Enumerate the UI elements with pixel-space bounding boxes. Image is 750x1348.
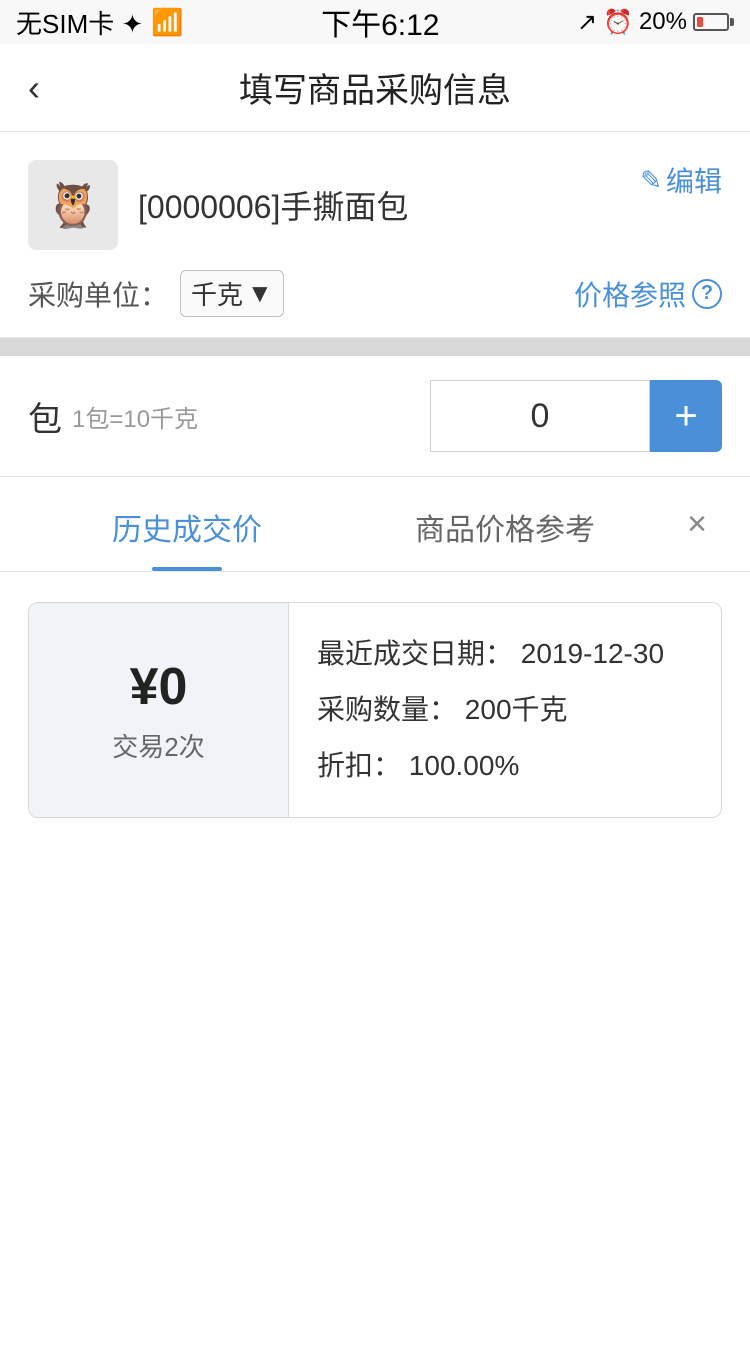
- purchase-qty-value: 200千克: [465, 694, 568, 725]
- price-card: ¥0 交易2次 最近成交日期： 2019-12-30 采购数量： 200千克 折…: [28, 602, 722, 818]
- back-button[interactable]: ‹: [28, 67, 40, 109]
- page-title: 填写商品采购信息: [239, 63, 511, 112]
- recent-date-value: 2019-12-30: [521, 638, 664, 669]
- product-name: [0000006]手撕面包: [138, 182, 408, 228]
- tab-active-indicator: [152, 567, 222, 571]
- price-trades: 交易2次: [112, 727, 204, 764]
- discount-row: 折扣： 100.00%: [317, 745, 693, 787]
- quantity-input[interactable]: [430, 380, 650, 452]
- dropdown-arrow-icon: ▼: [247, 278, 273, 309]
- price-amount: ¥0: [130, 657, 188, 717]
- product-info: 🦉 [0000006]手撕面包: [28, 160, 640, 250]
- quantity-input-group: +: [430, 380, 722, 452]
- purchase-qty-label: 采购数量：: [317, 694, 457, 725]
- unit-value: 千克: [191, 275, 243, 312]
- quantity-row: 包 1包=10千克 +: [0, 356, 750, 477]
- footer-space: [0, 848, 750, 1348]
- purchase-qty-row: 采购数量： 200千克: [317, 689, 693, 731]
- price-ref-button[interactable]: 价格参照 ?: [574, 274, 722, 314]
- qty-plus-button[interactable]: +: [650, 380, 722, 452]
- edit-button[interactable]: ✎ 编辑: [640, 160, 722, 200]
- product-card: 🦉 [0000006]手撕面包 ✎ 编辑 采购单位： 千克 ▼ 价格参照 ?: [0, 132, 750, 338]
- price-right-panel: 最近成交日期： 2019-12-30 采购数量： 200千克 折扣： 100.0…: [289, 603, 721, 817]
- unit-row: 采购单位： 千克 ▼: [28, 270, 284, 317]
- wifi-icon: 📶: [151, 7, 183, 38]
- tabs-header: 历史成交价 商品价格参考 ×: [0, 477, 750, 572]
- qty-unit: 包: [28, 392, 62, 441]
- price-left-panel: ¥0 交易2次: [29, 603, 289, 817]
- product-thumbnail-icon: 🦉: [46, 179, 101, 231]
- qty-hint: 1包=10千克: [72, 399, 198, 434]
- unit-label: 采购单位：: [28, 274, 168, 314]
- location-icon: ↗: [577, 8, 597, 37]
- recent-date-row: 最近成交日期： 2019-12-30: [317, 633, 693, 675]
- tab-history-price[interactable]: 历史成交价: [28, 477, 346, 571]
- tab-product-price-ref[interactable]: 商品价格参考: [346, 477, 664, 571]
- price-ref-label: 价格参照: [574, 274, 686, 314]
- alarm-icon: ⏰: [603, 8, 633, 37]
- product-header: 🦉 [0000006]手撕面包 ✎ 编辑: [28, 160, 722, 250]
- tab-close-button[interactable]: ×: [672, 499, 722, 549]
- discount-label: 折扣：: [317, 750, 401, 781]
- edit-icon: ✎: [640, 165, 662, 196]
- carrier-label: 无SIM卡 ✦: [16, 4, 143, 41]
- history-price-content: ¥0 交易2次 最近成交日期： 2019-12-30 采购数量： 200千克 折…: [0, 572, 750, 848]
- recent-date-label: 最近成交日期：: [317, 638, 513, 669]
- status-time: 下午6:12: [321, 0, 439, 44]
- status-bar: 无SIM卡 ✦ 📶 下午6:12 ↗ ⏰ 20%: [0, 0, 750, 44]
- battery-icon: [693, 13, 734, 31]
- info-icon: ?: [692, 279, 722, 309]
- status-left: 无SIM卡 ✦ 📶: [16, 4, 184, 41]
- status-right: ↗ ⏰ 20%: [577, 8, 734, 37]
- discount-value: 100.00%: [409, 750, 520, 781]
- tabs-panel: 历史成交价 商品价格参考 × ¥0 交易2次 最近成交日期： 2019-12-3…: [0, 477, 750, 848]
- product-image: 🦉: [28, 160, 118, 250]
- quantity-label: 包 1包=10千克: [28, 392, 198, 441]
- gray-divider: [0, 338, 750, 356]
- nav-bar: ‹ 填写商品采购信息: [0, 44, 750, 132]
- unit-dropdown[interactable]: 千克 ▼: [180, 270, 284, 317]
- product-meta: 采购单位： 千克 ▼ 价格参照 ?: [28, 270, 722, 317]
- battery-percent: 20%: [639, 8, 687, 36]
